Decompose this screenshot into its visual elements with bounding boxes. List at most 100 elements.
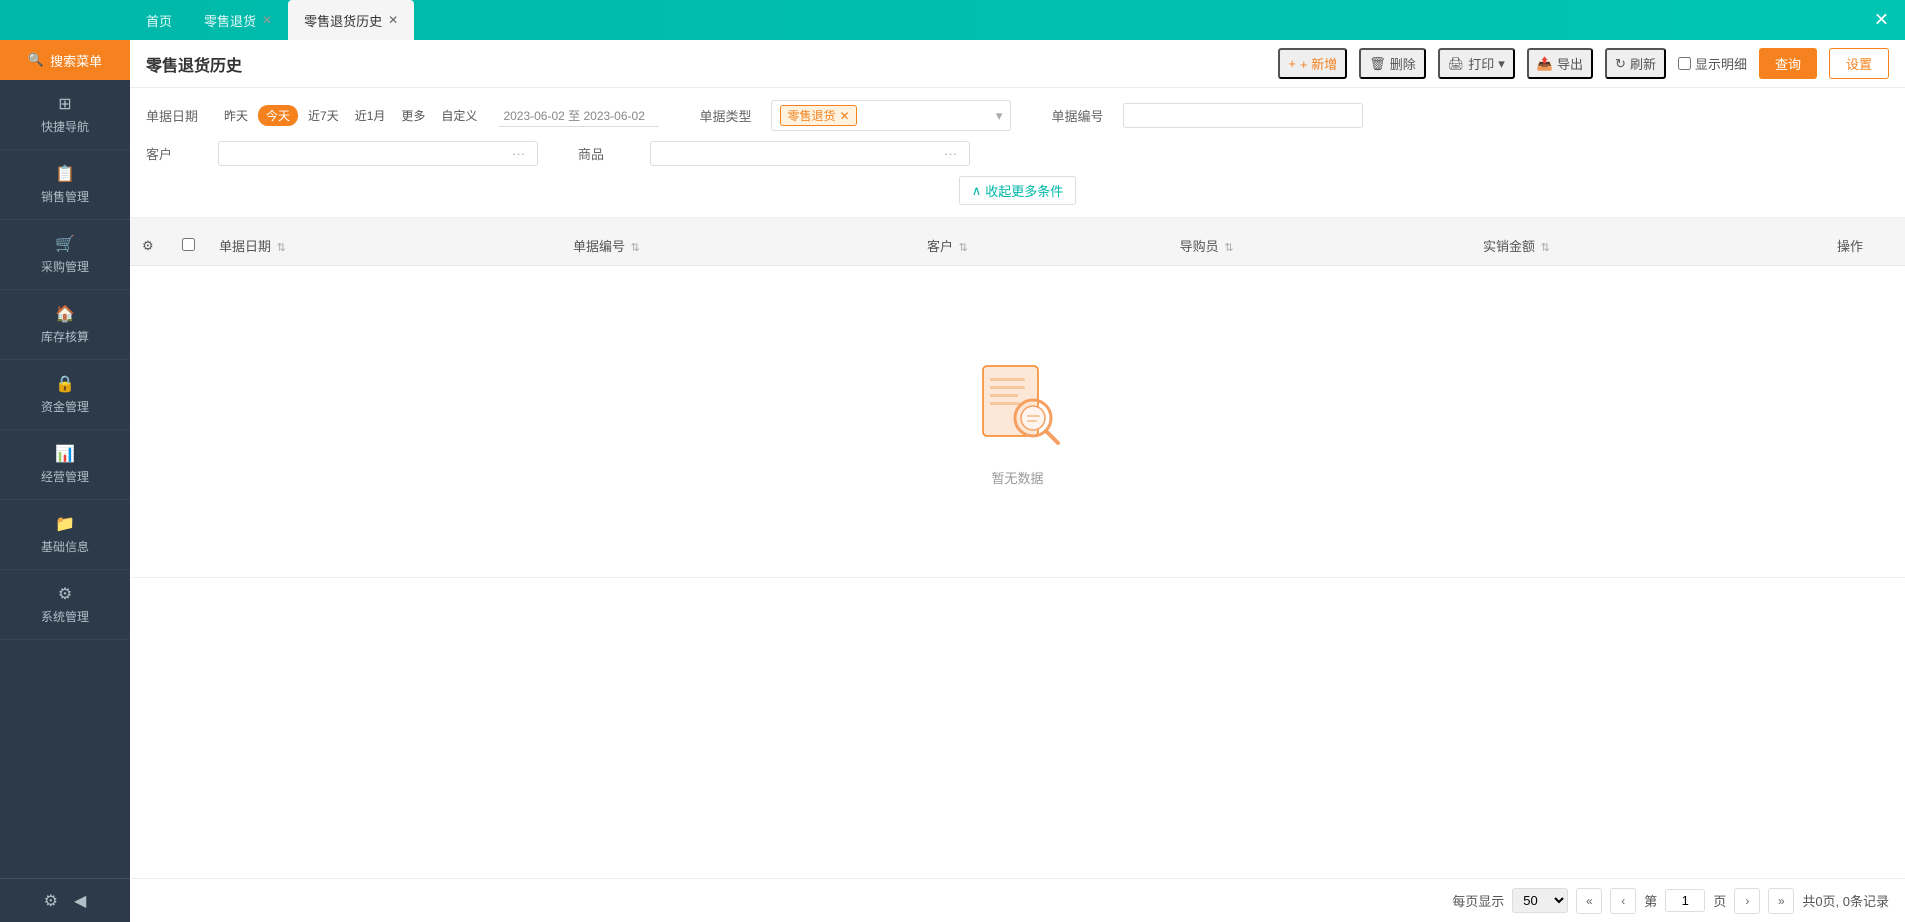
settings-button[interactable]: 设置 xyxy=(1829,48,1889,79)
finance-icon: 🔒 xyxy=(55,374,75,394)
date-btn-today[interactable]: 今天 xyxy=(258,105,298,126)
order-no-input[interactable] xyxy=(1123,103,1363,128)
select-chevron-icon: ▾ xyxy=(996,108,1003,124)
th-actions: 操作 xyxy=(1825,226,1905,266)
goods-ellipsis-icon[interactable]: ··· xyxy=(940,146,961,161)
tab-retail-return-history[interactable]: 零售退货历史 ✕ xyxy=(288,0,414,40)
date-btn-custom[interactable]: 自定义 xyxy=(435,105,483,126)
th-order-no[interactable]: 单据编号 ⇅ xyxy=(561,226,915,266)
sort-amount-icon: ⇅ xyxy=(1541,242,1550,254)
inventory-icon: 🏠 xyxy=(55,304,75,324)
tab-retail-return[interactable]: 零售退货 ✕ xyxy=(188,0,288,40)
filter-row-1: 单据日期 昨天 今天 近7天 近1月 更多 自定义 2023-06-02 至 2… xyxy=(146,100,1889,131)
date-btn-more[interactable]: 更多 xyxy=(395,105,431,126)
order-no-label: 单据编号 xyxy=(1051,106,1107,125)
sys-icon: ⚙ xyxy=(55,584,75,604)
close-window-icon[interactable]: ✕ xyxy=(1874,10,1889,31)
page-prev-button[interactable]: ‹ xyxy=(1610,888,1636,914)
close-retail-return-tab[interactable]: ✕ xyxy=(262,13,272,27)
print-button[interactable]: 🖨 打印 ▾ xyxy=(1438,48,1515,79)
date-btn-1month[interactable]: 近1月 xyxy=(349,105,392,126)
total-label: 共0页, 0条记录 xyxy=(1802,891,1889,910)
basic-info-icon: 📁 xyxy=(55,514,75,534)
collapse-button[interactable]: ∧ 收起更多条件 xyxy=(959,176,1077,205)
page-word: 第 xyxy=(1644,891,1657,910)
sidebar-item-sales-mgmt[interactable]: 📋 销售管理 xyxy=(0,150,130,220)
export-button[interactable]: 📤 导出 xyxy=(1527,48,1593,79)
th-guide[interactable]: 导购员 ⇅ xyxy=(1168,226,1471,266)
page-size-select[interactable]: 50 20 100 200 xyxy=(1512,888,1568,913)
plus-icon: + xyxy=(1288,56,1296,71)
customer-select[interactable]: ··· xyxy=(218,141,538,166)
delete-button[interactable]: 🗑 删除 xyxy=(1359,48,1426,79)
sidebar-search[interactable]: 🔍 搜索菜单 xyxy=(0,40,130,80)
ops-icon: 📊 xyxy=(55,444,75,464)
settings-bottom-icon[interactable]: ⚙ xyxy=(44,891,58,911)
refresh-icon: ↻ xyxy=(1615,56,1626,72)
delete-icon: 🗑 xyxy=(1369,56,1386,72)
sort-customer-icon: ⇅ xyxy=(959,242,968,254)
empty-icon xyxy=(968,356,1068,456)
print-icon: 🖨 xyxy=(1448,56,1465,72)
th-customer[interactable]: 客户 ⇅ xyxy=(915,226,1168,266)
empty-text: 暂无数据 xyxy=(991,468,1043,487)
page-first-button[interactable]: « xyxy=(1576,888,1602,914)
sidebar-item-label: 系统管理 xyxy=(41,608,89,625)
th-settings[interactable]: ⚙ xyxy=(130,226,170,266)
show-detail-checkbox-label[interactable]: 显示明细 xyxy=(1678,54,1747,73)
sidebar-search-label: 搜索菜单 xyxy=(50,51,102,70)
new-button[interactable]: + + 新增 xyxy=(1278,48,1347,79)
select-all-checkbox[interactable] xyxy=(182,238,195,251)
page-title: 零售退货历史 xyxy=(146,52,242,76)
sidebar-item-purchase-mgmt[interactable]: 🛒 采购管理 xyxy=(0,220,130,290)
th-date[interactable]: 单据日期 ⇅ xyxy=(207,226,561,266)
page-size-label: 每页显示 xyxy=(1452,891,1504,910)
sidebar-item-inventory[interactable]: 🏠 库存核算 xyxy=(0,290,130,360)
empty-row: 暂无数据 xyxy=(130,266,1905,578)
sidebar-item-label: 销售管理 xyxy=(41,188,89,205)
page-next-button[interactable]: › xyxy=(1734,888,1760,914)
goods-select[interactable]: ··· xyxy=(650,141,970,166)
sidebar-item-quick-nav[interactable]: ⊞ 快捷导航 xyxy=(0,80,130,150)
type-filter-label: 单据类型 xyxy=(699,106,755,125)
sidebar-item-label: 采购管理 xyxy=(41,258,89,275)
date-btn-7days[interactable]: 近7天 xyxy=(302,105,345,126)
top-bar: 首页 零售退货 ✕ 零售退货历史 ✕ ✕ xyxy=(0,0,1905,40)
collapse-icon: ∧ xyxy=(972,183,982,199)
sidebar-item-label: 基础信息 xyxy=(41,538,89,555)
close-retail-return-history-tab[interactable]: ✕ xyxy=(388,13,398,27)
page-number-input[interactable] xyxy=(1665,889,1705,912)
th-amount[interactable]: 实销金额 ⇅ xyxy=(1471,226,1825,266)
export-icon: 📤 xyxy=(1537,56,1553,72)
th-checkbox[interactable] xyxy=(170,226,207,266)
refresh-button[interactable]: ↻ 刷新 xyxy=(1605,48,1666,79)
type-tag: 零售退货 ✕ xyxy=(780,105,856,126)
sidebar-item-label: 快捷导航 xyxy=(41,118,89,135)
sort-orderno-icon: ⇅ xyxy=(631,242,640,254)
table-body: 暂无数据 xyxy=(130,266,1905,578)
date-quick-buttons: 昨天 今天 近7天 近1月 更多 自定义 xyxy=(218,105,483,126)
type-tag-value: 零售退货 xyxy=(787,107,835,124)
goods-label: 商品 xyxy=(578,144,634,163)
tab-home[interactable]: 首页 xyxy=(130,0,188,40)
empty-state-cell: 暂无数据 xyxy=(130,266,1905,578)
empty-state: 暂无数据 xyxy=(142,276,1893,567)
table-head: ⚙ 单据日期 ⇅ 单据编号 ⇅ 客户 xyxy=(130,226,1905,266)
collapse-sidebar-icon[interactable]: ◀ xyxy=(74,891,86,911)
date-btn-yesterday[interactable]: 昨天 xyxy=(218,105,254,126)
search-icon: 🔍 xyxy=(28,52,44,68)
main-layout: 🔍 搜索菜单 ⊞ 快捷导航 📋 销售管理 🛒 采购管理 🏠 库存核算 🔒 资金管… xyxy=(0,40,1905,922)
page-last-button[interactable]: » xyxy=(1768,888,1794,914)
customer-ellipsis-icon[interactable]: ··· xyxy=(508,146,529,161)
date-range-display[interactable]: 2023-06-02 至 2023-06-02 xyxy=(499,105,659,127)
type-tag-close-icon[interactable]: ✕ xyxy=(839,109,849,123)
sidebar-item-finance[interactable]: 🔒 资金管理 xyxy=(0,360,130,430)
query-button[interactable]: 查询 xyxy=(1759,48,1817,79)
page-unit: 页 xyxy=(1713,891,1726,910)
sidebar-item-sys-mgmt[interactable]: ⚙ 系统管理 xyxy=(0,570,130,640)
sidebar-item-ops[interactable]: 📊 经营管理 xyxy=(0,430,130,500)
sort-date-icon: ⇅ xyxy=(277,242,286,254)
show-detail-checkbox[interactable] xyxy=(1678,57,1691,70)
type-filter-select[interactable]: 零售退货 ✕ ▾ xyxy=(771,100,1011,131)
sidebar-item-basic-info[interactable]: 📁 基础信息 xyxy=(0,500,130,570)
